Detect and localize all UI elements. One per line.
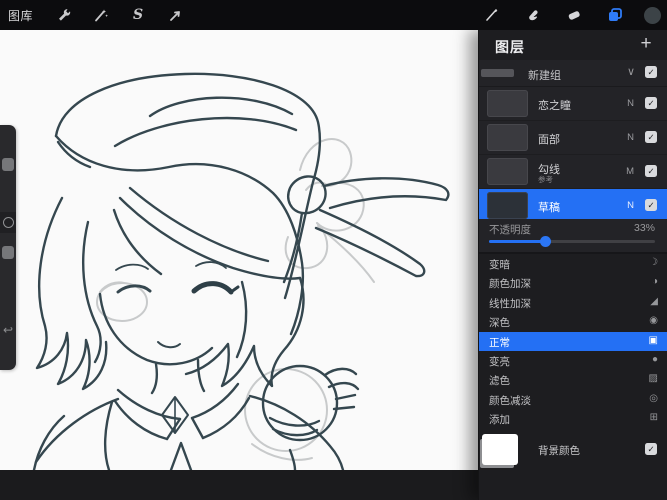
blend-mode-item[interactable]: 深色 ◉ xyxy=(479,312,667,331)
darker-color-icon: ◉ xyxy=(649,315,658,327)
layer-name: 草稿 xyxy=(538,202,560,214)
layer-thumbnail xyxy=(487,158,528,185)
blend-mode-item[interactable]: 添加 ⊞ xyxy=(479,409,667,428)
wrench-icon[interactable] xyxy=(52,4,76,26)
group-thumbnail xyxy=(481,69,514,77)
layer-visibility-checkbox[interactable]: ✓ xyxy=(645,165,657,177)
brush-opacity-slider[interactable] xyxy=(2,246,14,259)
canvas-artwork xyxy=(32,72,450,470)
lighten-icon: ● xyxy=(651,353,658,365)
smudge-icon[interactable] xyxy=(521,4,545,26)
top-toolbar: 图库 S xyxy=(0,0,667,30)
blend-mode-badge[interactable]: N xyxy=(627,98,634,109)
add-layer-button[interactable]: + xyxy=(635,33,657,55)
blend-mode-item-selected[interactable]: 正常 ▣ xyxy=(479,331,667,351)
layer-name: 面部 xyxy=(538,134,560,146)
layers-panel-header: 图层 + xyxy=(479,30,667,60)
selection-icon[interactable]: S xyxy=(126,4,150,26)
layer-row[interactable]: 勾线 参考 M ✓ xyxy=(479,155,667,189)
layer-visibility-checkbox[interactable]: ✓ xyxy=(645,199,657,211)
normal-icon: ▣ xyxy=(648,334,658,346)
transform-icon[interactable] xyxy=(163,4,187,26)
color-icon[interactable] xyxy=(644,6,661,24)
blend-mode-item[interactable]: 滤色 ▨ xyxy=(479,370,667,389)
add-icon: ⊞ xyxy=(649,412,658,424)
layer-row-selected[interactable]: 草稿 N ✓ xyxy=(479,189,667,220)
layers-icon[interactable] xyxy=(603,4,627,26)
blend-mode-item[interactable]: 颜色减淡 ◎ xyxy=(479,390,667,409)
opacity-value: 33% xyxy=(633,222,655,234)
layer-thumbnail xyxy=(487,90,528,117)
layers-panel-title: 图层 xyxy=(495,39,525,55)
modify-button[interactable] xyxy=(0,212,16,233)
background-color-swatch[interactable] xyxy=(482,434,518,465)
darken-icon: ☽ xyxy=(649,257,658,268)
opacity-slider[interactable] xyxy=(489,236,655,247)
opacity-label: 不透明度 xyxy=(489,224,531,236)
layers-panel: 图层 + 新建组 ∨ ✓ 恋之瞳 N ✓ 面部 N ✓ 勾线 参考 M ✓ 草稿… xyxy=(478,30,667,500)
brush-size-slider[interactable] xyxy=(2,158,14,171)
blend-mode-badge[interactable]: N xyxy=(627,132,634,143)
magic-wand-icon[interactable] xyxy=(89,4,113,26)
blend-mode-badge[interactable]: M xyxy=(626,166,634,177)
group-visibility-checkbox[interactable]: ✓ xyxy=(645,66,657,78)
screen-icon: ▨ xyxy=(648,373,658,385)
layer-visibility-checkbox[interactable]: ✓ xyxy=(645,131,657,143)
background-color-label: 背景颜色 xyxy=(538,445,580,457)
linear-burn-icon: ◢ xyxy=(650,295,658,307)
blend-mode-item[interactable]: 线性加深 ◢ xyxy=(479,293,667,312)
gallery-button[interactable]: 图库 xyxy=(8,7,33,24)
layer-group-row[interactable]: 新建组 ∨ ✓ xyxy=(479,60,667,87)
layer-row[interactable]: 恋之瞳 N ✓ xyxy=(479,87,667,121)
paint-icon[interactable] xyxy=(480,4,504,26)
blend-mode-item[interactable]: 变暗 ☽ xyxy=(479,254,667,273)
modify-ring-icon xyxy=(2,217,14,228)
eraser-icon[interactable] xyxy=(562,4,586,26)
opacity-slider-fill xyxy=(489,240,546,243)
opacity-section: 不透明度 33% xyxy=(479,219,667,254)
blend-mode-item[interactable]: 变亮 ● xyxy=(479,351,667,370)
background-visibility-checkbox[interactable]: ✓ xyxy=(645,443,657,455)
color-dodge-icon: ◎ xyxy=(649,392,658,404)
layer-list: 新建组 ∨ ✓ 恋之瞳 N ✓ 面部 N ✓ 勾线 参考 M ✓ 草稿 N ✓ xyxy=(479,60,667,220)
blend-mode-badge[interactable]: N xyxy=(627,200,634,211)
brush-sidebar: ↩ xyxy=(0,125,16,370)
layer-reference-label: 参考 xyxy=(538,175,553,184)
opacity-slider-thumb[interactable] xyxy=(540,236,552,247)
layer-thumbnail xyxy=(487,192,528,219)
drawing-canvas[interactable] xyxy=(0,30,478,470)
layer-row[interactable]: 面部 N ✓ xyxy=(479,121,667,155)
undo-button[interactable]: ↩ xyxy=(0,323,16,337)
blend-mode-item[interactable]: 颜色加深 ◑ xyxy=(479,273,667,292)
background-color-row[interactable]: 背景颜色 ✓ xyxy=(479,432,667,470)
layer-visibility-checkbox[interactable]: ✓ xyxy=(645,97,657,109)
procreate-app: 图库 S ↩ 图层 + 新建组 ∨ ✓ 恋之瞳 N ✓ 面部 N ✓ 勾线 参考… xyxy=(0,0,667,500)
blend-mode-list: 变暗 ☽ 颜色加深 ◑ 线性加深 ◢ 深色 ◉ 正常 ▣ 变亮 ● 滤色 ▨ 颜… xyxy=(479,254,667,429)
chevron-down-icon[interactable]: ∨ xyxy=(627,65,635,78)
group-name: 新建组 xyxy=(528,70,561,82)
layer-thumbnail xyxy=(487,124,528,151)
color-burn-icon: ◑ xyxy=(651,276,658,288)
layer-name: 恋之瞳 xyxy=(538,100,571,112)
